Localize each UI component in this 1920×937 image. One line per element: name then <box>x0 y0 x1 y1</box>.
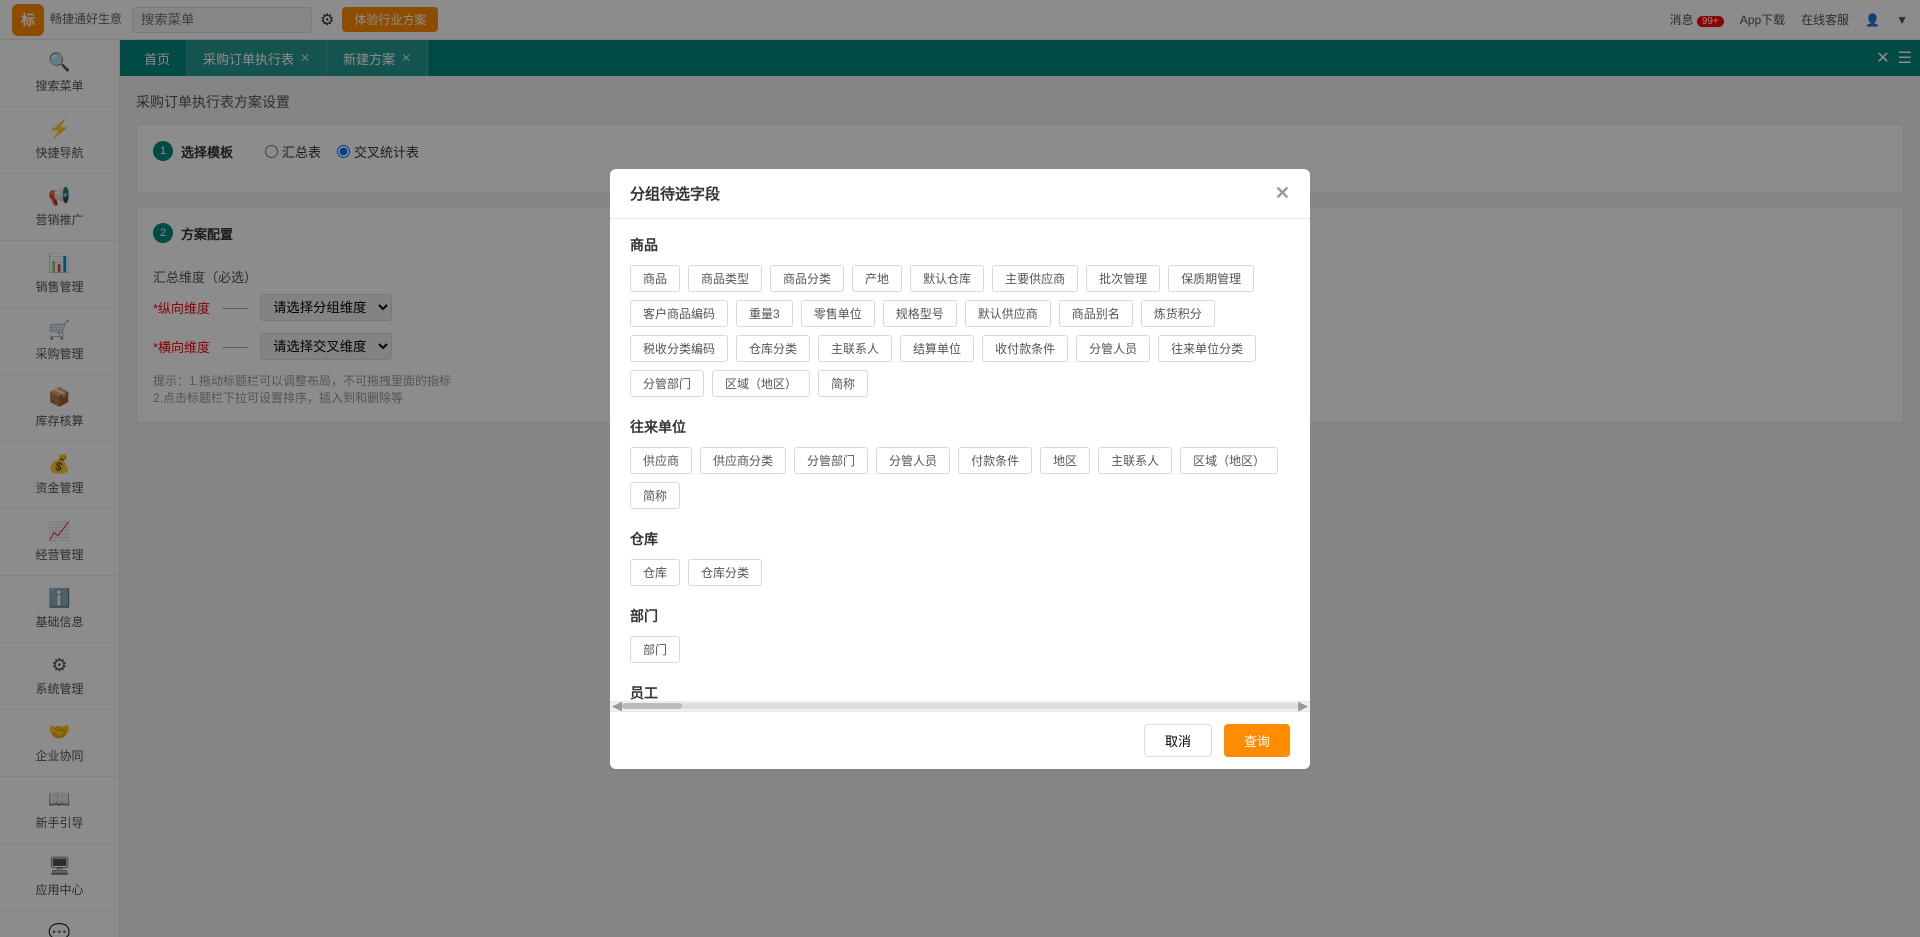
field-tag[interactable]: 分管人员 <box>876 447 950 474</box>
field-tag[interactable]: 商品分类 <box>770 265 844 292</box>
confirm-button[interactable]: 查询 <box>1224 724 1290 757</box>
field-tag[interactable]: 分管部门 <box>630 370 704 397</box>
field-tag[interactable]: 默认供应商 <box>965 300 1051 327</box>
hscroll-track <box>622 703 1298 709</box>
field-group-title-部门: 部门 <box>630 606 1290 626</box>
field-tag[interactable]: 商品类型 <box>688 265 762 292</box>
modal-horizontal-scrollbar[interactable]: ◀ ▶ <box>610 701 1310 711</box>
field-tag[interactable]: 区域（地区） <box>1180 447 1278 474</box>
cancel-button[interactable]: 取消 <box>1144 724 1212 757</box>
field-tag[interactable]: 地区 <box>1040 447 1090 474</box>
hscroll-thumb[interactable] <box>622 703 682 709</box>
field-tag[interactable]: 仓库分类 <box>688 559 762 586</box>
field-tag[interactable]: 收付款条件 <box>982 335 1068 362</box>
field-group-title-员工: 员工 <box>630 683 1290 701</box>
field-tag[interactable]: 零售单位 <box>801 300 875 327</box>
field-tag[interactable]: 主联系人 <box>1098 447 1172 474</box>
field-tag[interactable]: 规格型号 <box>883 300 957 327</box>
field-tag[interactable]: 供应商分类 <box>700 447 786 474</box>
field-group-部门: 部门部门 <box>630 606 1290 663</box>
field-tag[interactable]: 税收分类编码 <box>630 335 728 362</box>
field-tag[interactable]: 商品别名 <box>1059 300 1133 327</box>
field-group-仓库: 仓库仓库仓库分类 <box>630 529 1290 586</box>
modal-title: 分组待选字段 <box>630 183 720 204</box>
field-tag[interactable]: 付款条件 <box>958 447 1032 474</box>
field-tag[interactable]: 分管部门 <box>794 447 868 474</box>
field-tag[interactable]: 部门 <box>630 636 680 663</box>
field-tag[interactable]: 主联系人 <box>818 335 892 362</box>
field-tag[interactable]: 保质期管理 <box>1168 265 1254 292</box>
field-tag[interactable]: 往来单位分类 <box>1158 335 1256 362</box>
field-group-往来单位: 往来单位供应商供应商分类分管部门分管人员付款条件地区主联系人区域（地区） 简称 <box>630 417 1290 509</box>
modal-dialog: 分组待选字段 ✕ 商品商品商品类型商品分类产地默认仓库主要供应商批次管理保质期管… <box>610 169 1310 769</box>
field-tags-商品: 商品商品类型商品分类产地默认仓库主要供应商批次管理保质期管理客户商品编码重量3 零… <box>630 265 1290 397</box>
field-tags-仓库: 仓库仓库分类 <box>630 559 1290 586</box>
modal-overlay: 分组待选字段 ✕ 商品商品商品类型商品分类产地默认仓库主要供应商批次管理保质期管… <box>0 0 1920 937</box>
modal-header: 分组待选字段 ✕ <box>610 169 1310 219</box>
field-tag[interactable]: 炼货积分 <box>1141 300 1215 327</box>
field-tags-往来单位: 供应商供应商分类分管部门分管人员付款条件地区主联系人区域（地区） 简称 <box>630 447 1290 509</box>
field-tag[interactable]: 客户商品编码 <box>630 300 728 327</box>
field-tag[interactable]: 主要供应商 <box>992 265 1078 292</box>
field-tag[interactable]: 简称 <box>818 370 868 397</box>
field-tag[interactable]: 仓库分类 <box>736 335 810 362</box>
field-tag[interactable]: 供应商 <box>630 447 692 474</box>
field-tag[interactable]: 结算单位 <box>900 335 974 362</box>
field-tag[interactable]: 重量3 <box>736 300 793 327</box>
field-tag[interactable]: 默认仓库 <box>910 265 984 292</box>
field-tag[interactable]: 区域（地区） <box>712 370 810 397</box>
field-group-员工: 员工业务员 <box>630 683 1290 701</box>
field-tags-部门: 部门 <box>630 636 1290 663</box>
field-tag[interactable]: 简称 <box>630 482 680 509</box>
modal-footer: 取消 查询 <box>610 711 1310 769</box>
field-group-title-仓库: 仓库 <box>630 529 1290 549</box>
field-tag[interactable]: 产地 <box>852 265 902 292</box>
field-tag[interactable]: 分管人员 <box>1076 335 1150 362</box>
modal-body: 商品商品商品类型商品分类产地默认仓库主要供应商批次管理保质期管理客户商品编码重量… <box>610 219 1310 701</box>
modal-close-button[interactable]: ✕ <box>1275 183 1290 204</box>
field-group-title-往来单位: 往来单位 <box>630 417 1290 437</box>
field-group-title-商品: 商品 <box>630 235 1290 255</box>
field-tag[interactable]: 仓库 <box>630 559 680 586</box>
field-group-商品: 商品商品商品类型商品分类产地默认仓库主要供应商批次管理保质期管理客户商品编码重量… <box>630 235 1290 397</box>
field-tag[interactable]: 批次管理 <box>1086 265 1160 292</box>
field-tag[interactable]: 商品 <box>630 265 680 292</box>
